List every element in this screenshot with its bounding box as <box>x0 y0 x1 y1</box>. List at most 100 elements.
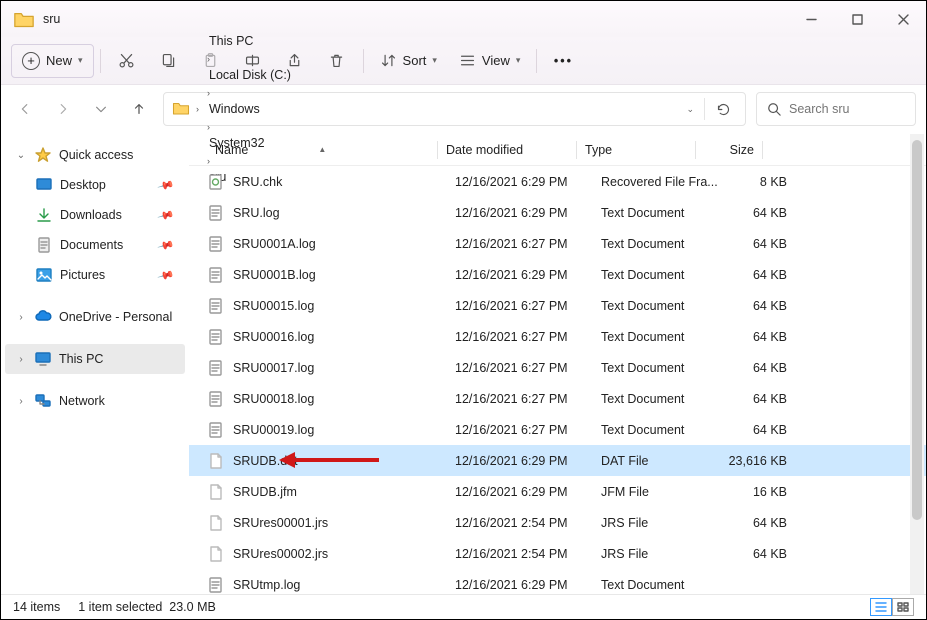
chevron-right-icon: › <box>15 396 27 407</box>
file-size: 8 KB <box>721 175 787 189</box>
status-count: 14 items <box>13 600 60 614</box>
file-row[interactable]: SRU00016.log12/16/2021 6:27 PMText Docum… <box>189 321 926 352</box>
file-size: 64 KB <box>721 268 787 282</box>
titlebar: sru <box>1 1 926 37</box>
file-name: SRUDB.jfm <box>233 485 455 499</box>
refresh-button[interactable] <box>709 102 737 117</box>
col-type[interactable]: Type <box>577 143 695 157</box>
col-date[interactable]: Date modified <box>438 143 576 157</box>
nav-row: › This PC›Local Disk (C:)›Windows›System… <box>1 85 926 133</box>
sidebar-desktop[interactable]: Desktop📌 <box>5 170 185 200</box>
file-icon <box>207 452 225 470</box>
sidebar-documents[interactable]: Documents📌 <box>5 230 185 260</box>
file-icon <box>207 235 225 253</box>
sort-button[interactable]: Sort ▾ <box>370 44 447 78</box>
file-type: Text Document <box>601 237 721 251</box>
new-button[interactable]: + New ▾ <box>11 44 94 78</box>
file-name: SRU00015.log <box>233 299 455 313</box>
details-view-button[interactable] <box>870 598 892 616</box>
file-type: JRS File <box>601 516 721 530</box>
network-icon <box>34 392 52 410</box>
file-name: SRU00019.log <box>233 423 455 437</box>
sidebar-quick-access[interactable]: ⌄ Quick access <box>5 140 185 170</box>
view-button[interactable]: View ▾ <box>449 44 530 78</box>
file-date: 12/16/2021 6:29 PM <box>455 578 601 592</box>
star-icon <box>34 146 52 164</box>
thumbnails-view-button[interactable] <box>892 598 914 616</box>
file-date: 12/16/2021 6:29 PM <box>455 268 601 282</box>
file-row[interactable]: SRU0001B.log12/16/2021 6:29 PMText Docum… <box>189 259 926 290</box>
file-row[interactable]: SRU.chk12/16/2021 6:29 PMRecovered File … <box>189 166 926 197</box>
file-icon <box>207 576 225 594</box>
chevron-down-icon: ▾ <box>78 55 83 66</box>
sort-asc-icon: ▲ <box>318 145 326 154</box>
col-name[interactable]: Name▲ <box>207 143 437 157</box>
column-headers: Name▲ Date modified Type Size <box>189 134 926 166</box>
scroll-thumb[interactable] <box>912 140 922 520</box>
col-size[interactable]: Size <box>696 143 762 157</box>
maximize-button[interactable] <box>834 1 880 37</box>
file-icon <box>207 421 225 439</box>
chevron-down-icon[interactable]: ⌄ <box>686 104 694 115</box>
sidebar-onedrive[interactable]: › OneDrive - Personal <box>5 302 185 332</box>
file-row[interactable]: SRU00019.log12/16/2021 6:27 PMText Docum… <box>189 414 926 445</box>
copy-icon <box>160 52 177 69</box>
file-name: SRU0001B.log <box>233 268 455 282</box>
file-row[interactable]: SRU00015.log12/16/2021 6:27 PMText Docum… <box>189 290 926 321</box>
breadcrumb-seg[interactable]: Windows <box>205 99 295 119</box>
file-icon <box>207 514 225 532</box>
cut-button[interactable] <box>107 44 147 78</box>
file-name: SRU00017.log <box>233 361 455 375</box>
file-type: Text Document <box>601 392 721 406</box>
copy-button[interactable] <box>149 44 189 78</box>
file-icon <box>207 204 225 222</box>
file-row[interactable]: SRUres00001.jrs12/16/2021 2:54 PMJRS Fil… <box>189 507 926 538</box>
chevron-right-icon[interactable]: › <box>205 122 212 132</box>
file-type: Text Document <box>601 330 721 344</box>
chevron-right-icon[interactable]: › <box>194 104 201 114</box>
sidebar: ⌄ Quick access Desktop📌 Downloads📌 Docum… <box>1 134 189 594</box>
more-icon: ••• <box>554 54 573 68</box>
forward-button[interactable] <box>49 95 77 123</box>
back-button[interactable] <box>11 95 39 123</box>
file-row[interactable]: SRUDB.jfm12/16/2021 6:29 PMJFM File16 KB <box>189 476 926 507</box>
recent-button[interactable] <box>87 95 115 123</box>
plus-icon: + <box>22 52 40 70</box>
close-button[interactable] <box>880 1 926 37</box>
file-row[interactable]: SRU.log12/16/2021 6:29 PMText Document64… <box>189 197 926 228</box>
sidebar-pictures[interactable]: Pictures📌 <box>5 260 185 290</box>
file-icon <box>207 328 225 346</box>
paste-button[interactable] <box>191 44 231 78</box>
chevron-right-icon[interactable]: › <box>205 88 212 98</box>
file-row[interactable]: SRU00018.log12/16/2021 6:27 PMText Docum… <box>189 383 926 414</box>
address-bar[interactable]: › This PC›Local Disk (C:)›Windows›System… <box>163 92 746 126</box>
scrollbar[interactable] <box>910 134 924 594</box>
file-date: 12/16/2021 2:54 PM <box>455 547 601 561</box>
minimize-button[interactable] <box>788 1 834 37</box>
file-list: SRU.chk12/16/2021 6:29 PMRecovered File … <box>189 166 926 600</box>
file-row[interactable]: SRUres00002.jrs12/16/2021 2:54 PMJRS Fil… <box>189 538 926 569</box>
file-row[interactable]: SRU0001A.log12/16/2021 6:27 PMText Docum… <box>189 228 926 259</box>
sidebar-downloads[interactable]: Downloads📌 <box>5 200 185 230</box>
sidebar-this-pc[interactable]: › This PC <box>5 344 185 374</box>
scissors-icon <box>118 52 135 69</box>
file-date: 12/16/2021 2:54 PM <box>455 516 601 530</box>
file-name: SRU.log <box>233 206 455 220</box>
file-row[interactable]: SRU00017.log12/16/2021 6:27 PMText Docum… <box>189 352 926 383</box>
delete-button[interactable] <box>317 44 357 78</box>
file-date: 12/16/2021 6:27 PM <box>455 392 601 406</box>
file-row[interactable]: SRUDB.dat12/16/2021 6:29 PMDAT File23,61… <box>189 445 926 476</box>
sidebar-network[interactable]: › Network <box>5 386 185 416</box>
up-button[interactable] <box>125 95 153 123</box>
file-date: 12/16/2021 6:27 PM <box>455 237 601 251</box>
file-date: 12/16/2021 6:27 PM <box>455 423 601 437</box>
search-box[interactable] <box>756 92 916 126</box>
chevron-down-icon: ▾ <box>516 55 521 66</box>
more-button[interactable]: ••• <box>543 44 583 78</box>
status-size: 23.0 MB <box>169 600 216 614</box>
file-date: 12/16/2021 6:27 PM <box>455 361 601 375</box>
file-icon <box>207 545 225 563</box>
file-size: 64 KB <box>721 206 787 220</box>
file-size: 23,616 KB <box>721 454 787 468</box>
search-input[interactable] <box>789 102 899 116</box>
